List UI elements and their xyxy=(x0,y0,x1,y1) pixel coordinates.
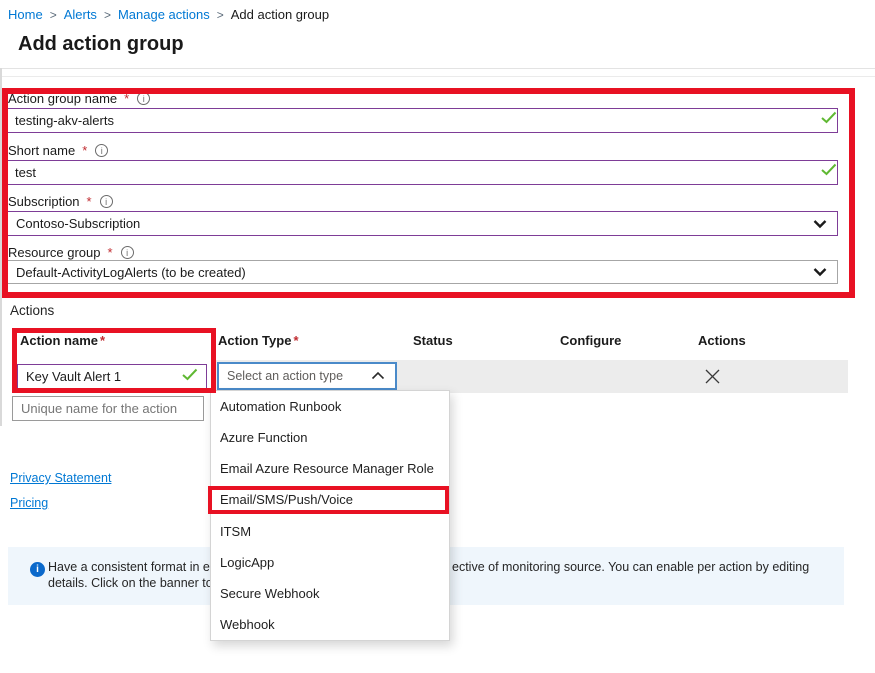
column-header-configure: Configure xyxy=(560,333,621,348)
action-type-placeholder: Select an action type xyxy=(227,369,343,383)
content-divider xyxy=(0,76,875,77)
action-type-select[interactable]: Select an action type xyxy=(217,362,397,390)
required-marker: * xyxy=(100,333,105,348)
chevron-down-icon xyxy=(813,265,827,280)
breadcrumb-home[interactable]: Home xyxy=(8,7,43,22)
chevron-down-icon xyxy=(813,216,827,231)
action-group-form: Action group name * i Short name * i Subscri… xyxy=(2,88,855,298)
action-group-name-input[interactable] xyxy=(6,108,838,133)
valid-check-icon xyxy=(821,111,837,129)
privacy-statement-link[interactable]: Privacy Statement xyxy=(10,471,111,485)
breadcrumb-separator: > xyxy=(50,8,57,22)
info-icon[interactable]: i xyxy=(137,92,150,105)
info-icon: i xyxy=(30,562,45,577)
valid-check-icon xyxy=(821,163,837,181)
new-action-name-input[interactable] xyxy=(12,396,204,421)
breadcrumb-separator: > xyxy=(217,8,224,22)
label-text: Subscription xyxy=(8,194,80,209)
breadcrumb-separator: > xyxy=(104,8,111,22)
required-marker: * xyxy=(108,245,113,260)
dropdown-option[interactable]: LogicApp xyxy=(211,547,449,578)
breadcrumb: Home > Alerts > Manage actions > Add act… xyxy=(8,7,329,22)
column-header-action-name: Action name* xyxy=(20,333,105,348)
action-name-input[interactable] xyxy=(17,364,207,389)
column-header-actions: Actions xyxy=(698,333,746,348)
subscription-select[interactable]: Contoso-Subscription xyxy=(6,211,838,236)
add-action-group-page: Home > Alerts > Manage actions > Add act… xyxy=(0,0,875,673)
label-text: Resource group xyxy=(8,245,101,260)
banner-text-line1-right: ective of monitoring source. You can ena… xyxy=(452,559,809,575)
pricing-link[interactable]: Pricing xyxy=(10,496,48,510)
subscription-value: Contoso-Subscription xyxy=(16,216,140,231)
required-marker: * xyxy=(293,333,298,348)
delete-action-icon[interactable] xyxy=(704,368,720,384)
chevron-up-icon xyxy=(371,369,385,383)
action-name-cell xyxy=(17,364,207,389)
action-type-dropdown: Automation RunbookAzure FunctionEmail Az… xyxy=(210,390,450,641)
breadcrumb-current: Add action group xyxy=(231,7,329,22)
valid-check-icon xyxy=(182,368,198,386)
required-marker: * xyxy=(82,143,87,158)
required-marker: * xyxy=(124,91,129,106)
short-name-input[interactable] xyxy=(6,160,838,185)
actions-section-heading: Actions xyxy=(10,303,54,318)
column-header-action-type: Action Type* xyxy=(218,333,299,348)
dropdown-option[interactable]: Email Azure Resource Manager Role xyxy=(211,453,449,484)
info-icon[interactable]: i xyxy=(95,144,108,157)
resource-group-select[interactable]: Default-ActivityLogAlerts (to be created… xyxy=(6,260,838,284)
resource-group-value: Default-ActivityLogAlerts (to be created… xyxy=(16,265,246,280)
subscription-label: Subscription * i xyxy=(8,194,113,209)
dropdown-option[interactable]: Automation Runbook xyxy=(211,391,449,422)
dropdown-option[interactable]: ITSM xyxy=(211,516,449,547)
label-text: Action group name xyxy=(8,91,117,106)
label-text: Short name xyxy=(8,143,75,158)
column-label: Action Type xyxy=(218,333,291,348)
breadcrumb-manage-actions[interactable]: Manage actions xyxy=(118,7,210,22)
page-title: Add action group xyxy=(18,33,184,56)
column-label: Action name xyxy=(20,333,98,348)
info-icon[interactable]: i xyxy=(100,195,113,208)
dropdown-option[interactable]: Azure Function xyxy=(211,422,449,453)
dropdown-option[interactable]: Secure Webhook xyxy=(211,578,449,609)
banner-text-line2: details. Click on the banner to xyxy=(48,575,213,591)
banner-text-line1-left: Have a consistent format in e xyxy=(48,559,210,575)
action-group-name-label: Action group name * i xyxy=(8,91,150,106)
info-icon[interactable]: i xyxy=(121,246,134,259)
dropdown-option[interactable]: Webhook xyxy=(211,609,449,640)
column-header-status: Status xyxy=(413,333,453,348)
resource-group-label: Resource group * i xyxy=(8,245,134,260)
dropdown-option[interactable]: Email/SMS/Push/Voice xyxy=(211,484,449,515)
required-marker: * xyxy=(87,194,92,209)
header-divider xyxy=(0,68,875,69)
short-name-label: Short name * i xyxy=(8,143,108,158)
breadcrumb-alerts[interactable]: Alerts xyxy=(64,7,97,22)
